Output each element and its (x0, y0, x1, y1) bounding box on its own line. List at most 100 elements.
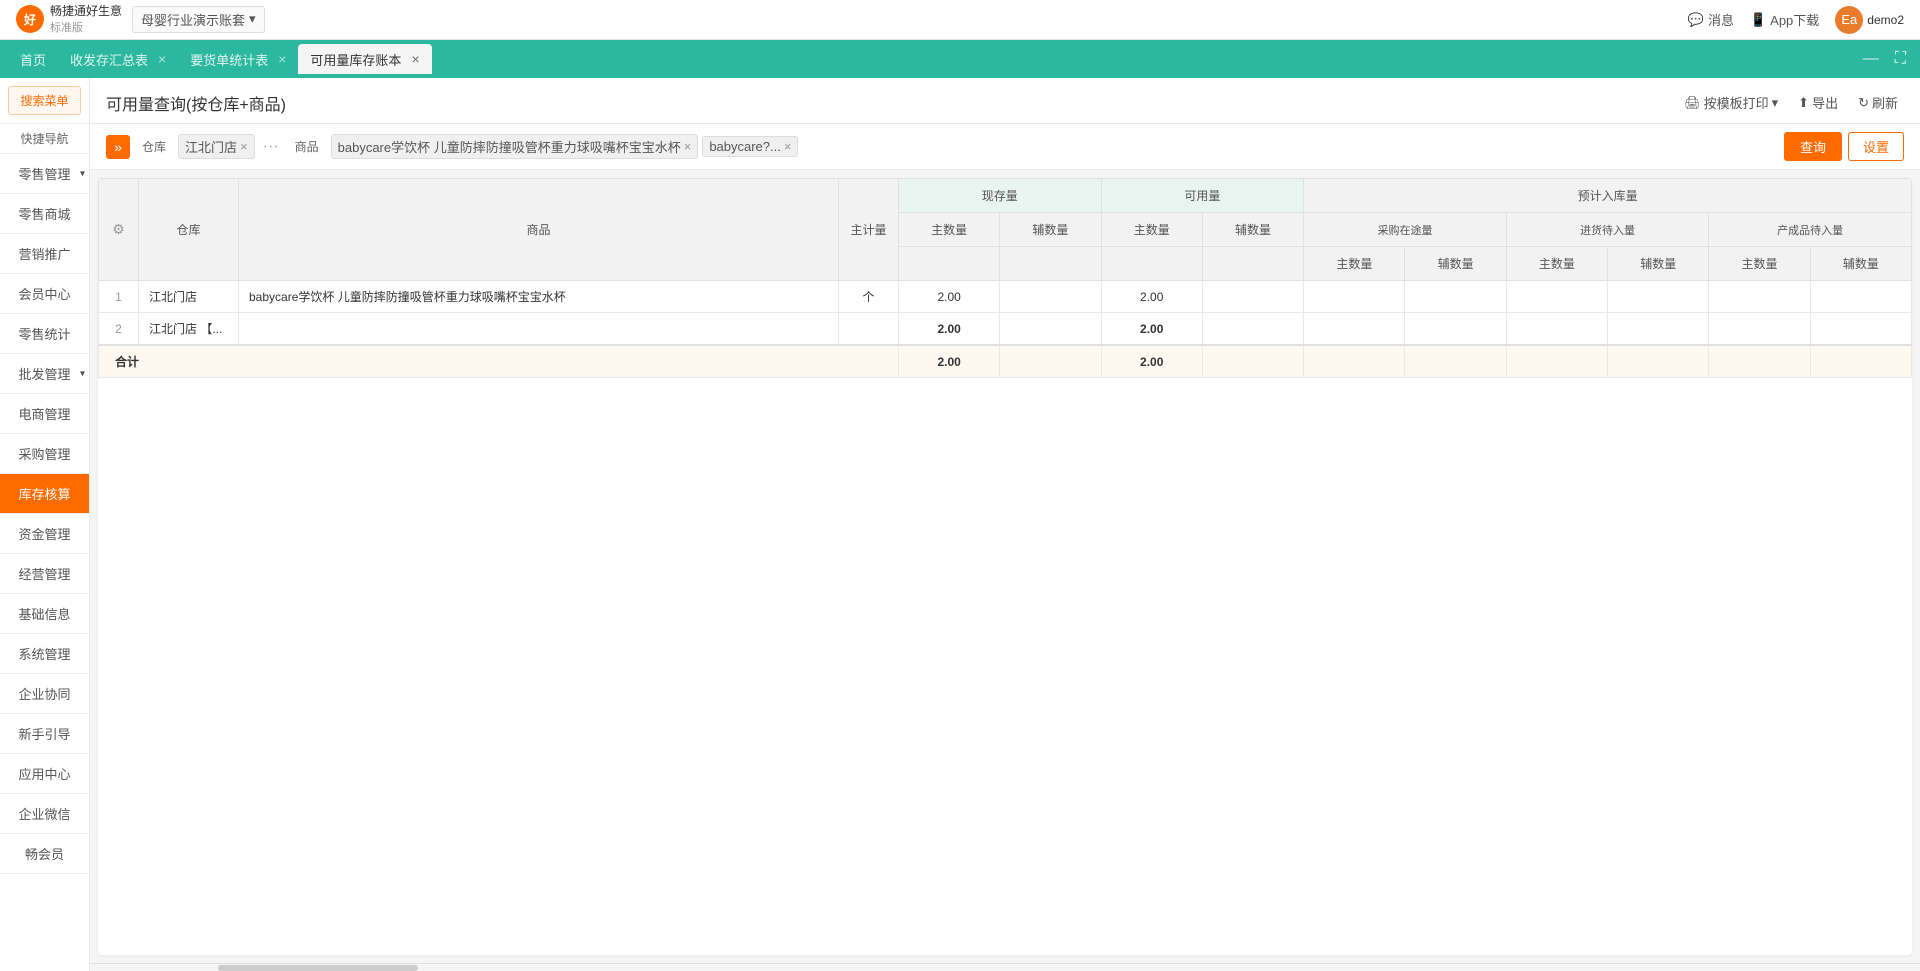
app-download-button[interactable]: 📱 App下载 (1750, 10, 1819, 29)
filter-bar: » 仓库 江北门店 × ··· 商品 babycare学饮杯 儿童防摔防撞吸管杯… (90, 124, 1920, 170)
industry-label: 母婴行业演示账套 (141, 10, 245, 29)
cell-rownum-1: 1 (99, 281, 139, 313)
top-bar: 好 畅捷通好生意 标准版 母婴行业演示账套 ▾ 💬 消息 📱 App下载 Ea … (0, 0, 1920, 40)
sidebar-label-member: 会员中心 (18, 284, 70, 303)
tab-close-order[interactable]: × (278, 52, 286, 66)
footer-pt-aux (1405, 345, 1506, 378)
sidebar-item-wholesale[interactable]: 批发管理 ▾ (0, 354, 89, 394)
sidebar-label-appcenter: 应用中心 (18, 764, 70, 783)
cell-current-aux-2 (1000, 313, 1101, 346)
sidebar-item-enterprise[interactable]: 企业协同 (0, 674, 89, 714)
sidebar-item-system[interactable]: 系统管理 (0, 634, 89, 674)
chevron-down-icon: ▾ (249, 11, 256, 27)
sidebar-item-finance[interactable]: 资金管理 (0, 514, 89, 554)
sidebar-label-wechat: 企业微信 (18, 804, 70, 823)
print-icon: 🖨 (1684, 95, 1701, 111)
cell-pt-main-2 (1304, 313, 1405, 346)
remove-warehouse-tag[interactable]: × (240, 140, 248, 153)
cell-available-aux-1 (1202, 281, 1303, 313)
sidebar-item-vip[interactable]: 畅会员 (0, 834, 89, 874)
table-row: 1 江北门店 babycare学饮杯 儿童防摔防撞吸管杯重力球吸嘴杯宝宝水杯 个… (99, 281, 1912, 313)
warehouse-tag: 江北门店 × (178, 134, 255, 159)
sidebar-item-purchase[interactable]: 采购管理 (0, 434, 89, 474)
sidebar-label-enterprise: 企业协同 (18, 684, 70, 703)
sidebar-item-appcenter[interactable]: 应用中心 (0, 754, 89, 794)
top-bar-right: 💬 消息 📱 App下载 Ea demo2 (1688, 6, 1904, 34)
cell-ap-aux-2 (1608, 313, 1709, 346)
sidebar: 搜索菜单 快捷导航 零售管理 ▾ 零售商城 营销推广 会员中心 零售统计 批发管… (0, 78, 90, 971)
filter-expand-button[interactable]: » (106, 135, 130, 159)
tab-close-collect[interactable]: × (158, 52, 166, 66)
col-product-header: 商品 (239, 179, 839, 281)
sidebar-label-newguide: 新手引导 (18, 724, 70, 743)
tab-maximize-icon[interactable]: ⛶ (1891, 48, 1910, 70)
warehouse-more-icon[interactable]: ··· (259, 138, 283, 156)
cell-ap-main-1 (1506, 281, 1607, 313)
cell-ap-aux-1 (1608, 281, 1709, 313)
sidebar-item-newguide[interactable]: 新手引导 (0, 714, 89, 754)
sidebar-item-marketing[interactable]: 营销推广 (0, 234, 89, 274)
cell-available-main-2: 2.00 (1101, 313, 1202, 346)
logo-sub: 标准版 (50, 19, 122, 35)
scrollbar-area (90, 963, 1920, 971)
sidebar-item-wechat[interactable]: 企业微信 (0, 794, 89, 834)
cell-unit-2 (838, 313, 898, 346)
product-filter-tags: babycare学饮杯 儿童防摔防撞吸管杯重力球吸嘴杯宝宝水杯 × babyca… (331, 134, 799, 159)
cell-pt-main-1 (1304, 281, 1405, 313)
message-button[interactable]: 💬 消息 (1688, 10, 1734, 29)
tab-collect[interactable]: 收发存汇总表 × (58, 44, 178, 74)
refresh-button[interactable]: ↻ 刷新 (1852, 90, 1904, 115)
product-tag-1: babycare学饮杯 儿童防摔防撞吸管杯重力球吸嘴杯宝宝水杯 × (331, 134, 699, 159)
sidebar-item-retail-mall[interactable]: 零售商城 (0, 194, 89, 234)
cell-pt-aux-2 (1405, 313, 1506, 346)
sidebar-item-retail-stat[interactable]: 零售统计 (0, 314, 89, 354)
setting-button[interactable]: 设置 (1848, 132, 1904, 161)
footer-current-aux (1000, 345, 1101, 378)
filter-actions: 查询 设置 (1784, 132, 1904, 161)
col-settings-header[interactable]: ⚙ (99, 179, 139, 281)
remove-product-tag-1[interactable]: × (684, 140, 692, 153)
sidebar-label-retail-mall: 零售商城 (18, 204, 70, 223)
sidebar-item-member[interactable]: 会员中心 (0, 274, 89, 314)
dropdown-icon: ▾ (1772, 95, 1779, 111)
refresh-icon: ↻ (1858, 95, 1869, 111)
tab-close-inventory[interactable]: × (411, 52, 419, 66)
sidebar-item-retail[interactable]: 零售管理 ▾ (0, 154, 89, 194)
logo: 好 畅捷通好生意 标准版 (16, 4, 122, 34)
download-icon: 📱 (1750, 12, 1766, 28)
tab-inventory[interactable]: 可用量库存账本 × (298, 44, 431, 74)
content-area: 可用量查询(按仓库+商品) 🖨 按模板打印 ▾ ⬆ 导出 ↻ 刷新 » (90, 78, 1920, 971)
cell-ap-main-2 (1506, 313, 1607, 346)
sidebar-label-system: 系统管理 (18, 644, 70, 663)
industry-select[interactable]: 母婴行业演示账套 ▾ (132, 6, 265, 33)
col-available-header: 可用量 (1101, 179, 1304, 213)
cell-product-2 (239, 313, 839, 346)
search-menu-button[interactable]: 搜索菜单 (8, 86, 81, 115)
cell-warehouse-2: 江北门店 【... (139, 313, 239, 346)
tab-order[interactable]: 要货单统计表 × (178, 44, 298, 74)
export-button[interactable]: ⬆ 导出 (1792, 90, 1844, 115)
cell-current-aux-1 (1000, 281, 1101, 313)
warehouse-filter-label: 仓库 (142, 138, 166, 155)
sidebar-label-marketing: 营销推广 (18, 244, 70, 263)
col-warehouse-header: 仓库 (139, 179, 239, 281)
remove-product-tag-2[interactable]: × (784, 140, 792, 153)
sidebar-item-basic[interactable]: 基础信息 (0, 594, 89, 634)
user-profile[interactable]: Ea demo2 (1835, 6, 1904, 34)
sidebar-item-inventory[interactable]: 库存核算 (0, 474, 89, 514)
tab-minus-icon[interactable]: — (1859, 48, 1883, 70)
page-title: 可用量查询(按仓库+商品) (106, 91, 286, 115)
product-filter-label: 商品 (295, 138, 319, 155)
tab-home[interactable]: 首页 (8, 44, 58, 74)
cell-available-main-1: 2.00 (1101, 281, 1202, 313)
tab-bar: 首页 收发存汇总表 × 要货单统计表 × 可用量库存账本 × — ⛶ (0, 40, 1920, 78)
table-area: ⚙ 仓库 商品 主计量 现存量 可用量 预计入库量 主数量 辅数量 主数量 辅数… (98, 178, 1912, 955)
sidebar-search: 搜索菜单 (0, 78, 89, 124)
avatar: Ea (1835, 6, 1863, 34)
sidebar-item-ecommerce[interactable]: 电商管理 (0, 394, 89, 434)
horizontal-scrollbar[interactable] (218, 965, 418, 971)
sidebar-item-operation[interactable]: 经营管理 (0, 554, 89, 594)
print-button[interactable]: 🖨 按模板打印 ▾ (1678, 90, 1784, 115)
quick-nav-button[interactable]: 快捷导航 (0, 124, 89, 154)
query-button[interactable]: 查询 (1784, 132, 1842, 161)
